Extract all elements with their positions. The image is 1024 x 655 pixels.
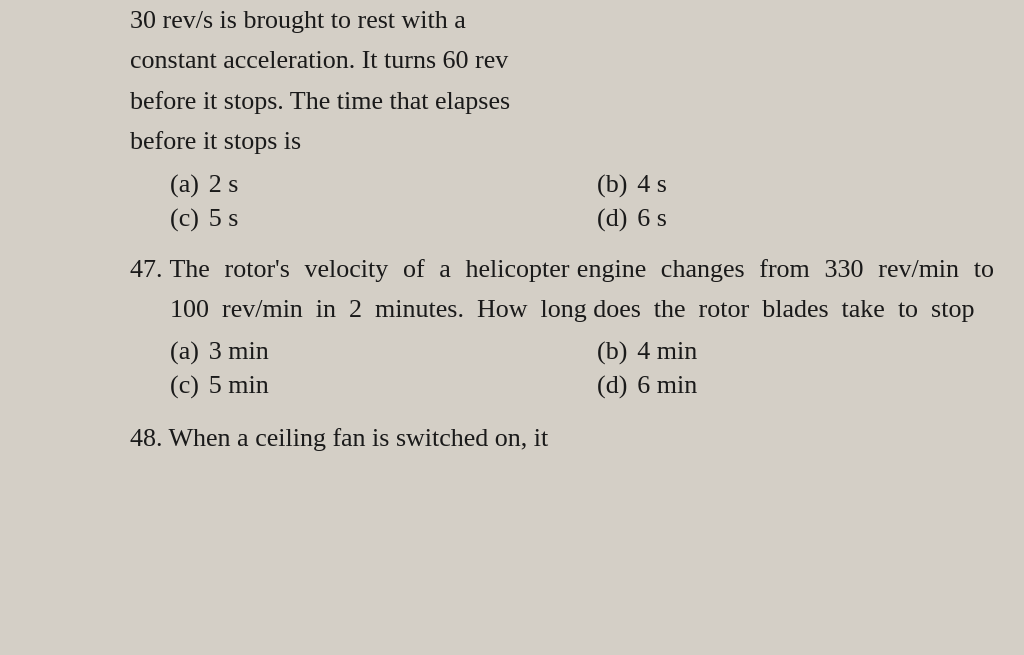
option-46c: (c) 5 s [170,203,567,233]
question-47-body: The rotor's velocity of a helicopter eng… [169,254,994,323]
intro-line4: before it stops is [130,126,301,155]
question-47-block: 47. The rotor's velocity of a helicopter… [130,249,994,400]
option-47a-label: (a) [170,336,199,366]
option-47a: (a) 3 min [170,336,567,366]
option-46c-value: 5 s [209,203,239,233]
question-48-line: 48. When a ceiling fan is switched on, i… [130,418,994,458]
option-46b: (b) 4 s [597,169,994,199]
option-47d-value: 6 min [637,370,697,400]
intro-line2: constant acceleration. It turns 60 rev [130,45,508,74]
intro-text: 30 rev/s is brought to rest with a const… [130,0,994,161]
option-46a-value: 2 s [209,169,239,199]
page-container: 30 rev/s is brought to rest with a const… [0,0,1024,655]
intro-line3: before it stops. The time that elapses [130,86,510,115]
option-47b: (b) 4 min [597,336,994,366]
option-46b-label: (b) [597,169,627,199]
option-47a-value: 3 min [209,336,269,366]
question-46-options: (a) 2 s (b) 4 s (c) 5 s (d) 6 s [170,169,994,233]
question-48-number: 48. [130,423,169,452]
option-46d-label: (d) [597,203,627,233]
option-47c-label: (c) [170,370,199,400]
option-46b-value: 4 s [637,169,667,199]
option-46a: (a) 2 s [170,169,567,199]
option-47d: (d) 6 min [597,370,994,400]
question-47-options: (a) 3 min (b) 4 min (c) 5 min (d) 6 min [170,336,994,400]
option-47c-value: 5 min [209,370,269,400]
option-47c: (c) 5 min [170,370,567,400]
option-47d-label: (d) [597,370,627,400]
question-47-number: 47. [130,254,169,283]
option-46d-value: 6 s [637,203,667,233]
intro-line1: 30 rev/s is brought to rest with a [130,5,466,34]
option-46c-label: (c) [170,203,199,233]
option-46d: (d) 6 s [597,203,994,233]
question-47-text: 47. The rotor's velocity of a helicopter… [130,249,994,330]
option-47b-value: 4 min [637,336,697,366]
option-46a-label: (a) [170,169,199,199]
option-47b-label: (b) [597,336,627,366]
question-48-body: When a ceiling fan is switched on, it [169,423,549,452]
